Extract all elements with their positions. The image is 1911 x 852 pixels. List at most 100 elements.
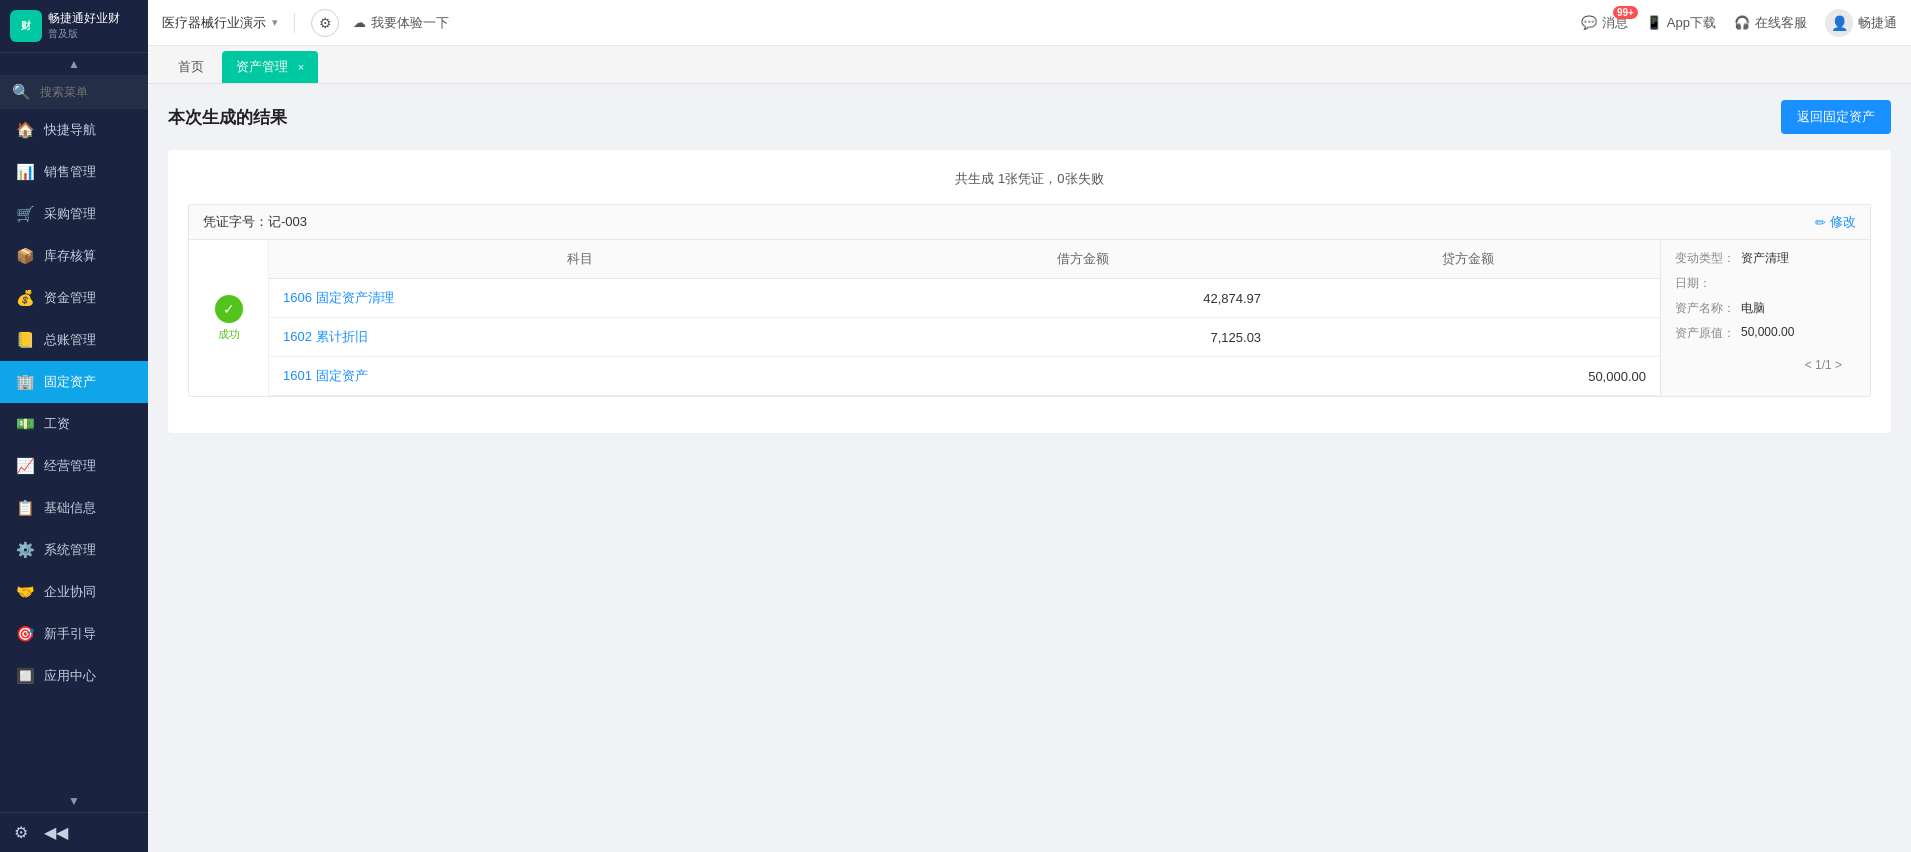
logo-icon: 财 — [10, 10, 42, 42]
service-icon: 🎧 — [1734, 15, 1750, 30]
debit-cell: 42,874.97 — [890, 279, 1275, 318]
message-button[interactable]: 💬 消息 99+ — [1581, 14, 1628, 32]
funds-icon: 💰 — [16, 289, 34, 307]
sidebar-item-sales[interactable]: 📊 销售管理 — [0, 151, 148, 193]
credit-cell: 50,000.00 — [1275, 357, 1660, 396]
date-label: 日期： — [1675, 275, 1711, 292]
voucher-table: 科目 借方金额 贷方金额 1606 固定资产清理 42,874.97 — [269, 240, 1660, 396]
col-debit: 借方金额 — [890, 240, 1275, 279]
topbar-right: 💬 消息 99+ 📱 App下载 🎧 在线客服 👤 畅捷通 — [1581, 9, 1897, 37]
credit-cell — [1275, 279, 1660, 318]
sidebar-scroll-down[interactable]: ▼ — [0, 790, 148, 812]
debit-cell — [890, 357, 1275, 396]
sidebar-item-label: 应用中心 — [44, 667, 96, 685]
sidebar-item-basic-info[interactable]: 📋 基础信息 — [0, 487, 148, 529]
sidebar-item-quicknav[interactable]: 🏠 快捷导航 — [0, 109, 148, 151]
sidebar-item-label: 快捷导航 — [44, 121, 96, 139]
sidebar-search[interactable]: 🔍 — [0, 75, 148, 109]
app-download-button[interactable]: 📱 App下载 — [1646, 14, 1716, 32]
account-cell: 1601 固定资产 — [269, 357, 890, 396]
tab-asset-management[interactable]: 资产管理 × — [222, 51, 318, 83]
tab-home[interactable]: 首页 — [164, 51, 218, 83]
cloud-icon: ☁ — [353, 15, 366, 30]
workspace-selector[interactable]: 医疗器械行业演示 ▾ — [162, 14, 278, 32]
pagination[interactable]: < 1/1 > — [1675, 350, 1856, 380]
account-cell: 1602 累计折旧 — [269, 318, 890, 357]
sidebar-item-label: 经营管理 — [44, 457, 96, 475]
sidebar-item-label: 资金管理 — [44, 289, 96, 307]
sidebar-item-inventory[interactable]: 📦 库存核算 — [0, 235, 148, 277]
sidebar-item-apps[interactable]: 🔲 应用中心 — [0, 655, 148, 697]
edit-button[interactable]: ✏ 修改 — [1815, 213, 1856, 231]
main-area: 医疗器械行业演示 ▾ ⚙ ☁ 我要体验一下 💬 消息 99+ 📱 App下载 🎧… — [148, 0, 1911, 852]
credit-cell — [1275, 318, 1660, 357]
message-icon: 💬 — [1581, 15, 1597, 30]
side-asset-name: 资产名称： 电脑 — [1675, 300, 1856, 317]
success-label: 成功 — [218, 327, 240, 342]
avatar: 👤 — [1825, 9, 1853, 37]
topbar-divider — [294, 13, 295, 33]
inventory-icon: 📦 — [16, 247, 34, 265]
sidebar: 财 畅捷通好业财 普及版 ▲ 🔍 🏠 快捷导航 📊 销售管理 🛒 采购管理 📦 … — [0, 0, 148, 852]
username: 畅捷通 — [1858, 14, 1897, 32]
sidebar-item-purchase[interactable]: 🛒 采购管理 — [0, 193, 148, 235]
settings-button[interactable]: ⚙ — [311, 9, 339, 37]
sidebar-item-label: 企业协同 — [44, 583, 96, 601]
search-icon: 🔍 — [12, 83, 30, 101]
edit-icon: ✏ — [1815, 215, 1826, 230]
chevron-down-icon: ▾ — [272, 16, 278, 29]
page-content: 本次生成的结果 返回固定资产 共生成 1张凭证，0张失败 凭证字号：记-003 … — [148, 84, 1911, 852]
try-feature-button[interactable]: ☁ 我要体验一下 — [353, 14, 449, 32]
back-to-fixed-assets-button[interactable]: 返回固定资产 — [1781, 100, 1891, 134]
collapse-icon[interactable]: ◀◀ — [44, 823, 68, 842]
sidebar-item-payroll[interactable]: 💵 工资 — [0, 403, 148, 445]
table-row: 1602 累计折旧 7,125.03 — [269, 318, 1660, 357]
account-cell: 1606 固定资产清理 — [269, 279, 890, 318]
tab-close-icon[interactable]: × — [298, 61, 304, 73]
sidebar-item-ledger[interactable]: 📒 总账管理 — [0, 319, 148, 361]
sidebar-item-label: 固定资产 — [44, 373, 96, 391]
debit-cell: 7,125.03 — [890, 318, 1275, 357]
page-header: 本次生成的结果 返回固定资产 — [168, 100, 1891, 134]
sidebar-item-label: 系统管理 — [44, 541, 96, 559]
side-change-type: 变动类型： 资产清理 — [1675, 250, 1856, 267]
col-subject: 科目 — [269, 240, 890, 279]
voucher-id: 凭证字号：记-003 — [203, 213, 307, 231]
sidebar-item-enterprise[interactable]: 🤝 企业协同 — [0, 571, 148, 613]
sidebar-scroll-up[interactable]: ▲ — [0, 53, 148, 75]
side-date: 日期： — [1675, 275, 1856, 292]
logo-sub: 普及版 — [48, 27, 120, 41]
col-credit: 贷方金额 — [1275, 240, 1660, 279]
user-avatar-area[interactable]: 👤 畅捷通 — [1825, 9, 1897, 37]
result-summary: 共生成 1张凭证，0张失败 — [188, 170, 1871, 188]
online-service-button[interactable]: 🎧 在线客服 — [1734, 14, 1807, 32]
sidebar-item-label: 新手引导 — [44, 625, 96, 643]
apps-icon: 🔲 — [16, 667, 34, 685]
sidebar-item-fixed-assets[interactable]: 🏢 固定资产 — [0, 361, 148, 403]
sidebar-item-system[interactable]: ⚙️ 系统管理 — [0, 529, 148, 571]
message-badge: 99+ — [1613, 6, 1638, 19]
voucher-side-panel: 变动类型： 资产清理 日期： 资产名称： 电脑 资产原值： — [1660, 240, 1870, 396]
sidebar-item-label: 库存核算 — [44, 247, 96, 265]
sidebar-item-guide[interactable]: 🎯 新手引导 — [0, 613, 148, 655]
basic-info-icon: 📋 — [16, 499, 34, 517]
result-card: 共生成 1张凭证，0张失败 凭证字号：记-003 ✏ 修改 ✓ 成功 — [168, 150, 1891, 433]
workspace-name: 医疗器械行业演示 — [162, 14, 266, 32]
settings-icon[interactable]: ⚙ — [14, 823, 28, 842]
search-input[interactable] — [40, 85, 136, 99]
sidebar-item-funds[interactable]: 💰 资金管理 — [0, 277, 148, 319]
enterprise-icon: 🤝 — [16, 583, 34, 601]
asset-name-value: 电脑 — [1741, 300, 1765, 317]
sidebar-item-label: 总账管理 — [44, 331, 96, 349]
app-download-label: App下载 — [1667, 14, 1716, 32]
sidebar-item-operations[interactable]: 📈 经营管理 — [0, 445, 148, 487]
system-icon: ⚙️ — [16, 541, 34, 559]
original-value-label: 资产原值： — [1675, 325, 1735, 342]
voucher-content: ✓ 成功 科目 借方金额 贷方金额 — [189, 240, 1870, 396]
success-status: ✓ 成功 — [201, 285, 257, 352]
voucher-header: 凭证字号：记-003 ✏ 修改 — [189, 205, 1870, 240]
table-row: 1601 固定资产 50,000.00 — [269, 357, 1660, 396]
sidebar-item-label: 基础信息 — [44, 499, 96, 517]
side-original-value: 资产原值： 50,000.00 — [1675, 325, 1856, 342]
guide-icon: 🎯 — [16, 625, 34, 643]
